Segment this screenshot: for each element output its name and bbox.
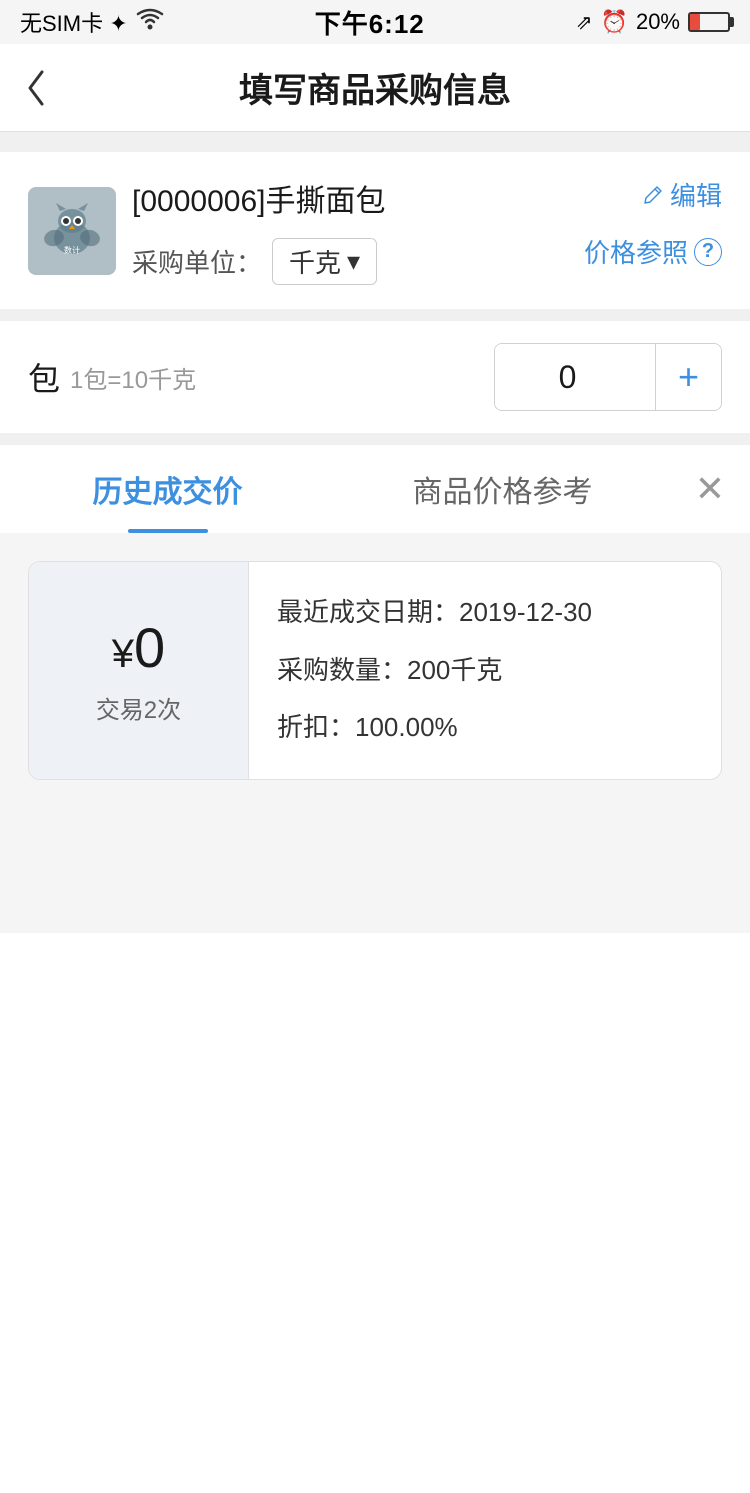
content-area: ¥0 交易2次 最近成交日期：2019-12-30 采购数量：200千克 折扣：…	[0, 533, 750, 933]
price-ref-button[interactable]: 价格参照 ?	[584, 233, 722, 270]
product-card: 数计 [0000006]手撕面包 采购单位： 千克 ▾	[0, 152, 750, 309]
price-card-left: ¥0 交易2次	[29, 562, 249, 779]
quantity-row: 包 1包=10千克 +	[0, 309, 750, 433]
battery-pct: 20%	[636, 9, 680, 35]
price-amount: ¥0	[112, 615, 165, 680]
alarm-icon: ⏰	[601, 9, 628, 35]
tab-history-label: 历史成交价	[93, 467, 243, 511]
quantity-unit: 包	[28, 354, 60, 400]
product-info: [0000006]手撕面包 采购单位： 千克 ▾	[132, 176, 385, 285]
product-right-actions: 编辑 价格参照 ?	[584, 176, 722, 270]
page-title: 填写商品采购信息	[239, 63, 511, 112]
price-ref-help-icon: ?	[694, 238, 722, 266]
quantity-label: 包 1包=10千克	[28, 354, 196, 400]
nav-bar: 填写商品采购信息	[0, 44, 750, 132]
product-image: 数计	[28, 187, 116, 275]
recent-date-label: 最近成交日期：	[277, 597, 459, 627]
recent-date-value: 2019-12-30	[459, 597, 592, 627]
purchase-qty-label: 采购数量：	[277, 655, 407, 685]
location-icon: ⇗	[576, 10, 593, 35]
unit-label: 采购单位：	[132, 243, 262, 280]
product-left: 数计 [0000006]手撕面包 采购单位： 千克 ▾	[28, 176, 385, 285]
edit-button[interactable]: 编辑	[642, 176, 722, 213]
tab-close-button[interactable]: ✕	[670, 445, 750, 533]
status-bar: 无SIM卡 ✦ 下午6:12 ⇗ ⏰ 20%	[0, 0, 750, 44]
dropdown-arrow-icon: ▾	[347, 246, 360, 277]
carrier-text: 无SIM卡 ✦	[20, 6, 128, 38]
status-right: ⇗ ⏰ 20%	[576, 9, 730, 35]
product-unit-row: 采购单位： 千克 ▾	[132, 238, 385, 285]
purchase-qty-value: 200千克	[407, 655, 502, 685]
price-value: 0	[134, 616, 165, 679]
battery-icon	[688, 12, 730, 32]
price-currency: ¥	[112, 632, 134, 676]
unit-value: 千克	[289, 243, 341, 280]
tab-product-price-label: 商品价格参考	[413, 467, 593, 511]
quantity-input[interactable]	[495, 344, 655, 410]
quantity-unit-note: 1包=10千克	[70, 360, 196, 395]
svg-text:数计: 数计	[64, 245, 80, 255]
edit-label: 编辑	[670, 176, 722, 213]
tab-active-indicator	[128, 529, 208, 533]
quantity-plus-button[interactable]: +	[655, 344, 721, 410]
status-time: 下午6:12	[315, 4, 425, 41]
quantity-control: +	[494, 343, 722, 411]
discount-label: 折扣：	[277, 712, 355, 742]
price-card: ¥0 交易2次 最近成交日期：2019-12-30 采购数量：200千克 折扣：…	[28, 561, 722, 780]
price-discount: 折扣：100.00%	[277, 707, 693, 749]
status-left: 无SIM卡 ✦	[20, 6, 164, 38]
product-name: [0000006]手撕面包	[132, 176, 385, 220]
unit-selector[interactable]: 千克 ▾	[272, 238, 377, 285]
price-ref-label: 价格参照	[584, 233, 688, 270]
wifi-icon	[136, 8, 164, 36]
price-purchase-qty: 采购数量：200千克	[277, 650, 693, 692]
back-button[interactable]	[24, 68, 48, 108]
product-header: 数计 [0000006]手撕面包 采购单位： 千克 ▾	[28, 176, 722, 285]
bottom-area	[0, 933, 750, 1493]
price-recent-date: 最近成交日期：2019-12-30	[277, 592, 693, 634]
price-trade-count: 交易2次	[96, 690, 181, 725]
tabs-bar: 历史成交价 商品价格参考 ✕	[0, 433, 750, 533]
tab-product-price-ref[interactable]: 商品价格参考	[335, 445, 670, 533]
price-card-right: 最近成交日期：2019-12-30 采购数量：200千克 折扣：100.00%	[249, 562, 721, 779]
discount-value: 100.00%	[355, 712, 458, 742]
tab-history-price[interactable]: 历史成交价	[0, 445, 335, 533]
